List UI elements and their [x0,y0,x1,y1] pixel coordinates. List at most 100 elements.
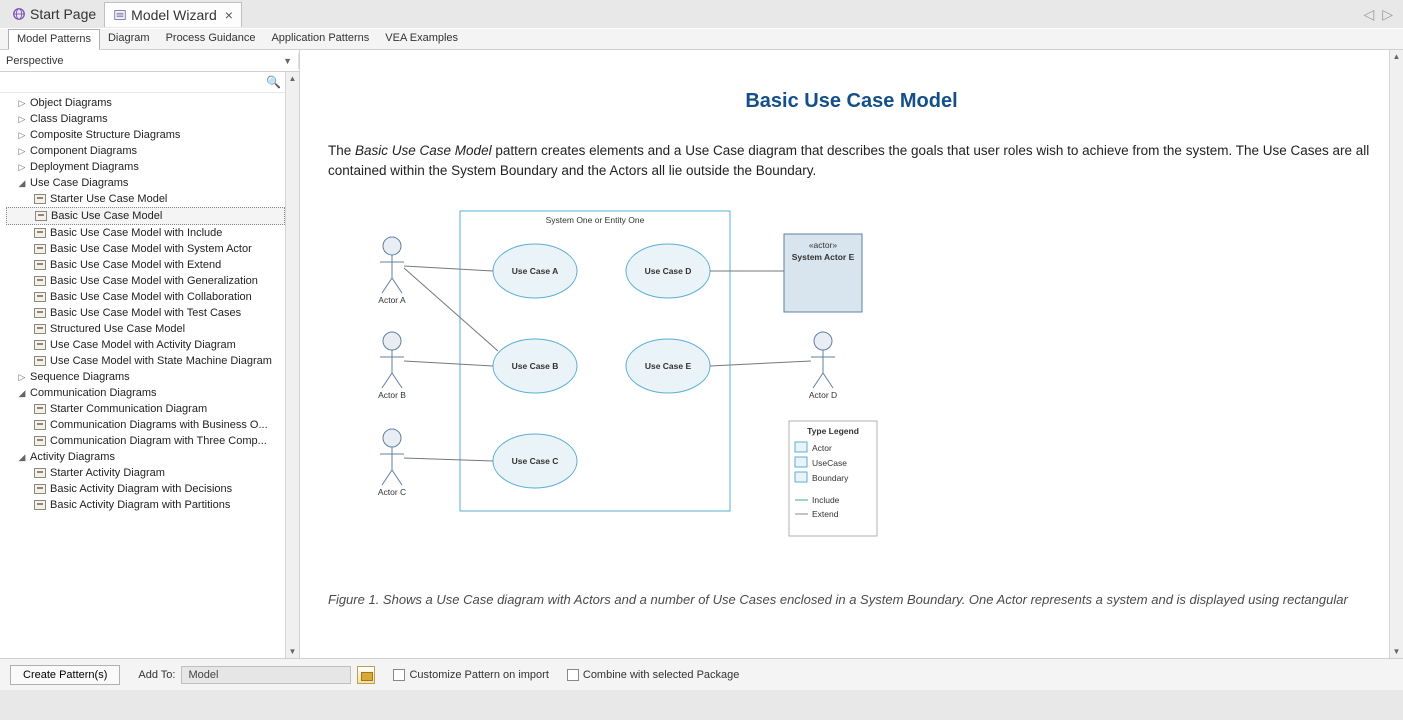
tree-leaf[interactable]: Basic Use Case Model with Include [6,225,299,241]
tree-node[interactable]: ▷Class Diagrams [6,111,299,127]
boundary-label: System One or Entity One [546,215,645,225]
tree-node-sequence-diagrams[interactable]: ▷Sequence Diagrams [6,369,299,385]
tree-leaf[interactable]: Basic Use Case Model with Extend [6,257,299,273]
usecase-label: Use Case C [512,456,559,466]
tree-leaf[interactable]: Use Case Model with State Machine Diagra… [6,353,299,369]
tree-label: Sequence Diagrams [30,371,130,383]
next-tab-icon[interactable]: ▷ [1382,6,1393,23]
tree-label: Communication Diagram with Three Comp... [50,435,267,447]
checkbox-label: Customize Pattern on import [409,669,548,681]
tree-label: Structured Use Case Model [50,323,185,335]
usecase-label: Use Case E [645,361,692,371]
tree-label: Starter Activity Diagram [50,467,165,479]
desc-prefix: The [328,143,355,158]
diagram-icon [34,436,46,446]
tree-node[interactable]: ▷Component Diagrams [6,143,299,159]
scroll-down-icon[interactable]: ▼ [1393,645,1401,658]
scroll-down-icon[interactable]: ▼ [289,645,297,658]
actor-label: Actor D [809,390,837,400]
tree-label: Deployment Diagrams [30,161,139,173]
tree-label: Communication Diagrams with Business O..… [50,419,268,431]
tree-leaf[interactable]: Starter Activity Diagram [6,465,299,481]
scroll-up-icon[interactable]: ▲ [1393,50,1401,63]
combine-checkbox[interactable]: Combine with selected Package [567,669,740,681]
tree-label: Basic Use Case Model with Collaboration [50,291,252,303]
actor-label: Actor C [378,487,406,497]
tree-leaf[interactable]: Basic Use Case Model with Test Cases [6,305,299,321]
tree-leaf[interactable]: Communication Diagrams with Business O..… [6,417,299,433]
actor-d: Actor D [809,332,837,400]
system-actor-label: System Actor E [792,252,855,262]
expand-icon: ▷ [16,146,28,157]
checkbox-icon [567,669,579,681]
browse-button[interactable] [357,666,375,684]
tree-label: Starter Communication Diagram [50,403,207,415]
perspective-dropdown[interactable]: Perspective ▼ [0,53,299,69]
addto-input[interactable] [181,666,351,684]
tree-node[interactable]: ▷Object Diagrams [6,95,299,111]
tree-leaf[interactable]: Structured Use Case Model [6,321,299,337]
create-pattern-button[interactable]: Create Pattern(s) [10,665,120,685]
tree-node-communication-diagrams[interactable]: ◢Communication Diagrams [6,385,299,401]
subtab-vea-examples[interactable]: VEA Examples [377,29,466,49]
tree-leaf[interactable]: Use Case Model with Activity Diagram [6,337,299,353]
perspective-label: Perspective [6,55,63,67]
subtab-diagram[interactable]: Diagram [100,29,158,49]
scroll-up-icon[interactable]: ▲ [289,72,297,85]
tab-start-page[interactable]: Start Page [4,2,104,26]
tab-label: Model Wizard [131,7,217,23]
tree-leaf[interactable]: Communication Diagram with Three Comp... [6,433,299,449]
figure-caption: Figure 1. Shows a Use Case diagram with … [328,592,1375,607]
expand-icon: ▷ [16,372,28,383]
usecase-label: Use Case D [645,266,692,276]
tree-leaf[interactable]: Basic Use Case Model with System Actor [6,241,299,257]
legend-item: Actor [812,443,832,453]
diagram-icon [34,468,46,478]
status-bar [0,690,1403,720]
tab-nav-arrows: ◁ ▷ [1363,6,1393,23]
content-scrollbar[interactable]: ▲ ▼ [1389,50,1403,658]
tree-label: Communication Diagrams [30,387,157,399]
tree-node-activity-diagrams[interactable]: ◢Activity Diagrams [6,449,299,465]
bottom-action-bar: Create Pattern(s) Add To: Customize Patt… [0,658,1403,690]
subtab-process-guidance[interactable]: Process Guidance [158,29,264,49]
close-icon[interactable]: × [225,7,233,23]
tree-leaf[interactable]: Starter Communication Diagram [6,401,299,417]
pattern-preview: Basic Use Case Model The Basic Use Case … [300,50,1403,658]
chevron-down-icon: ▼ [283,56,292,66]
pattern-tree: ▷Object Diagrams ▷Class Diagrams ▷Compos… [0,93,299,658]
diagram-icon [34,500,46,510]
desc-italic: Basic Use Case Model [355,143,492,158]
tree-leaf[interactable]: Basic Use Case Model with Generalization [6,273,299,289]
subtab-model-patterns[interactable]: Model Patterns [8,29,100,50]
globe-icon [12,7,26,21]
diagram-icon [34,194,46,204]
diagram-icon [34,308,46,318]
tree-label: Basic Use Case Model with Extend [50,259,221,271]
legend-title: Type Legend [807,426,859,436]
subtab-application-patterns[interactable]: Application Patterns [263,29,377,49]
usecase-label: Use Case B [512,361,559,371]
document-tab-bar: Start Page Model Wizard × ◁ ▷ [0,0,1403,28]
tree-leaf[interactable]: Basic Activity Diagram with Decisions [6,481,299,497]
slides-icon [113,8,127,22]
customize-checkbox[interactable]: Customize Pattern on import [393,669,548,681]
tree-leaf[interactable]: Basic Activity Diagram with Partitions [6,497,299,513]
search-icon[interactable]: 🔍 [266,75,281,89]
tree-leaf[interactable]: Starter Use Case Model [6,191,299,207]
tree-scrollbar[interactable]: ▲ ▼ [285,72,299,658]
tree-label: Composite Structure Diagrams [30,129,180,141]
collapse-icon: ◢ [16,178,28,189]
tree-node[interactable]: ▷Composite Structure Diagrams [6,127,299,143]
checkbox-icon [393,669,405,681]
actor-a: Actor A [378,237,406,305]
tree-leaf-selected[interactable]: Basic Use Case Model [6,207,285,225]
tree-node[interactable]: ▷Deployment Diagrams [6,159,299,175]
tree-node-use-case-diagrams[interactable]: ◢Use Case Diagrams [6,175,299,191]
actor-label: Actor B [378,390,406,400]
usecase-label: Use Case A [512,266,558,276]
tree-label: Starter Use Case Model [50,193,167,205]
tab-model-wizard[interactable]: Model Wizard × [104,2,242,27]
tree-leaf[interactable]: Basic Use Case Model with Collaboration [6,289,299,305]
prev-tab-icon[interactable]: ◁ [1363,6,1374,23]
